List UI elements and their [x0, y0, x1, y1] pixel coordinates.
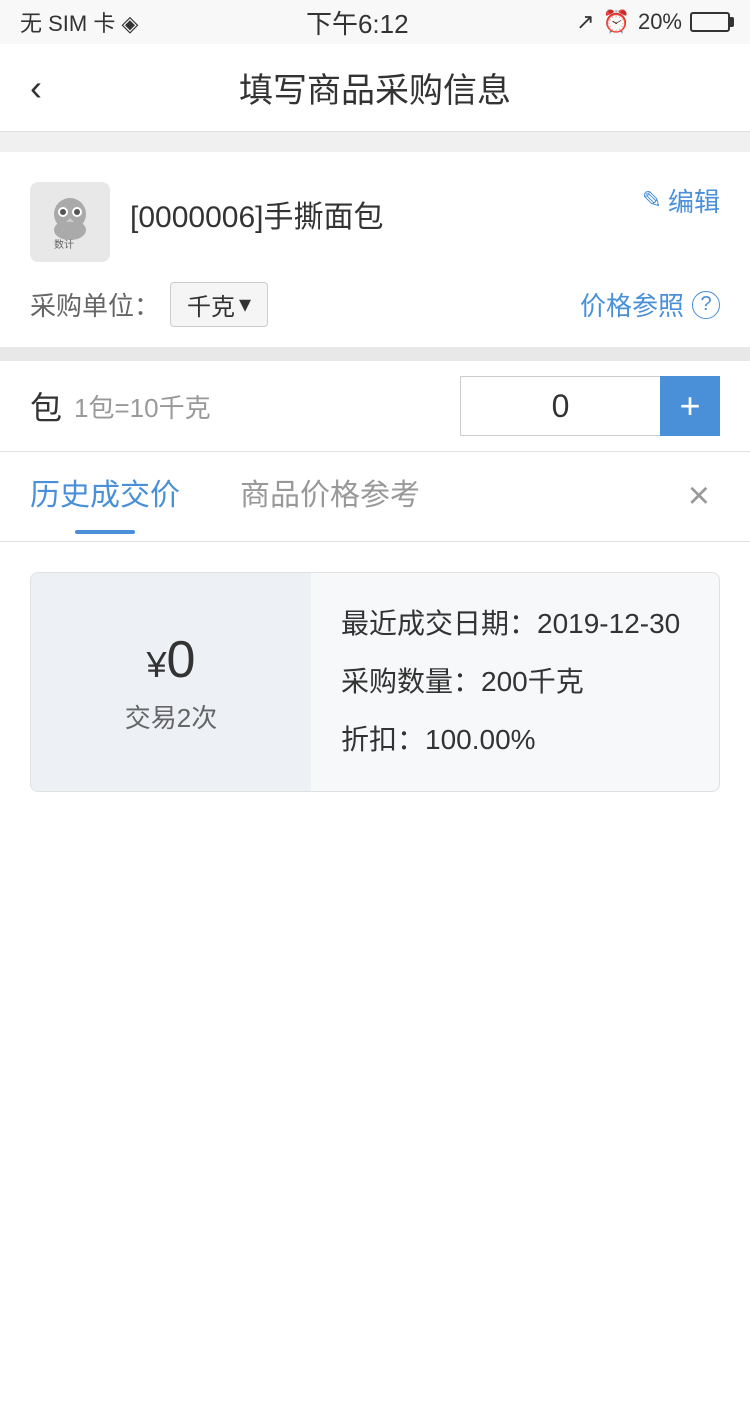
- discount-value: 100.00%: [425, 724, 536, 755]
- recent-date-label: 最近成交日期：: [341, 608, 537, 639]
- product-thumbnail: 数计: [30, 182, 110, 262]
- status-left: 无 SIM 卡 ◈: [20, 6, 138, 38]
- detail-section: 最近成交日期：2019-12-30 采购数量：200千克 折扣：100.00%: [311, 573, 719, 791]
- close-button[interactable]: ×: [678, 465, 720, 528]
- sim-status: 无 SIM 卡 ◈: [20, 6, 138, 38]
- currency-symbol: ¥: [147, 644, 167, 685]
- quantity-row: 包 1包=10千克 +: [0, 361, 750, 451]
- nav-bar: ‹ 填写商品采购信息: [0, 44, 750, 132]
- svg-text:数计: 数计: [54, 238, 74, 251]
- recent-date-row: 最近成交日期：2019-12-30: [341, 603, 689, 645]
- tabs: 历史成交价 商品价格参考: [30, 470, 420, 524]
- quantity-conversion: 1包=10千克: [74, 388, 211, 425]
- edit-button[interactable]: ✎ 编辑: [642, 182, 720, 219]
- product-image-icon: 数计: [40, 192, 100, 252]
- help-icon: ?: [692, 291, 720, 319]
- unit-label: 采购单位：: [30, 286, 160, 323]
- alarm-icon: ⏰: [603, 9, 630, 35]
- product-name: [0000006]手撕面包: [130, 182, 383, 236]
- price-reference-button[interactable]: 价格参照 ?: [580, 286, 720, 323]
- product-card: 数计 [0000006]手撕面包 ✎ 编辑 采购单位： 千克 ▾ 价格参照 ?: [0, 152, 750, 347]
- history-content: ¥0 交易2次 最近成交日期：2019-12-30 采购数量：200千克 折扣：…: [0, 542, 750, 822]
- discount-label: 折扣：: [341, 724, 425, 755]
- product-header: 数计 [0000006]手撕面包 ✎ 编辑: [30, 182, 720, 262]
- quantity-input-group: +: [460, 376, 720, 436]
- tab-history-price[interactable]: 历史成交价: [30, 470, 180, 524]
- discount-row: 折扣：100.00%: [341, 719, 689, 761]
- product-left: 数计 [0000006]手撕面包: [30, 182, 383, 262]
- purchase-qty-value: 200千克: [481, 666, 584, 697]
- unit-section: 采购单位： 千克 ▾: [30, 282, 268, 327]
- status-time: 下午6:12: [306, 4, 409, 41]
- location-icon: ↗: [576, 9, 594, 35]
- page-title: 填写商品采购信息: [239, 63, 511, 112]
- status-right: ↗ ⏰ 20%: [576, 9, 730, 35]
- price-value: 0: [167, 631, 196, 689]
- product-meta: 采购单位： 千克 ▾ 价格参照 ?: [30, 282, 720, 327]
- edit-icon: ✎: [642, 186, 662, 215]
- purchase-qty-row: 采购数量：200千克: [341, 661, 689, 703]
- purchase-qty-label: 采购数量：: [341, 666, 481, 697]
- quantity-input[interactable]: [460, 376, 660, 436]
- battery-percent: 20%: [638, 9, 682, 35]
- tab-product-price[interactable]: 商品价格参考: [240, 470, 420, 524]
- history-card: ¥0 交易2次 最近成交日期：2019-12-30 采购数量：200千克 折扣：…: [30, 572, 720, 792]
- tab-section: 历史成交价 商品价格参考 × ¥0 交易2次 最近成交日期：2019-12-30…: [0, 452, 750, 822]
- quantity-unit-char: 包: [30, 383, 62, 429]
- status-bar: 无 SIM 卡 ◈ 下午6:12 ↗ ⏰ 20%: [0, 0, 750, 44]
- price-display: ¥0: [147, 630, 196, 690]
- quantity-label: 包 1包=10千克: [30, 383, 211, 429]
- unit-dropdown[interactable]: 千克 ▾: [170, 282, 268, 327]
- trade-count: 交易2次: [125, 698, 217, 735]
- recent-date-value: 2019-12-30: [537, 608, 680, 639]
- battery-icon: [690, 12, 730, 32]
- section-divider: [0, 347, 750, 361]
- tab-header: 历史成交价 商品价格参考 ×: [0, 452, 750, 542]
- price-section: ¥0 交易2次: [31, 573, 311, 791]
- bottom-space: [0, 822, 750, 1422]
- quantity-plus-button[interactable]: +: [660, 376, 720, 436]
- back-button[interactable]: ‹: [30, 67, 90, 109]
